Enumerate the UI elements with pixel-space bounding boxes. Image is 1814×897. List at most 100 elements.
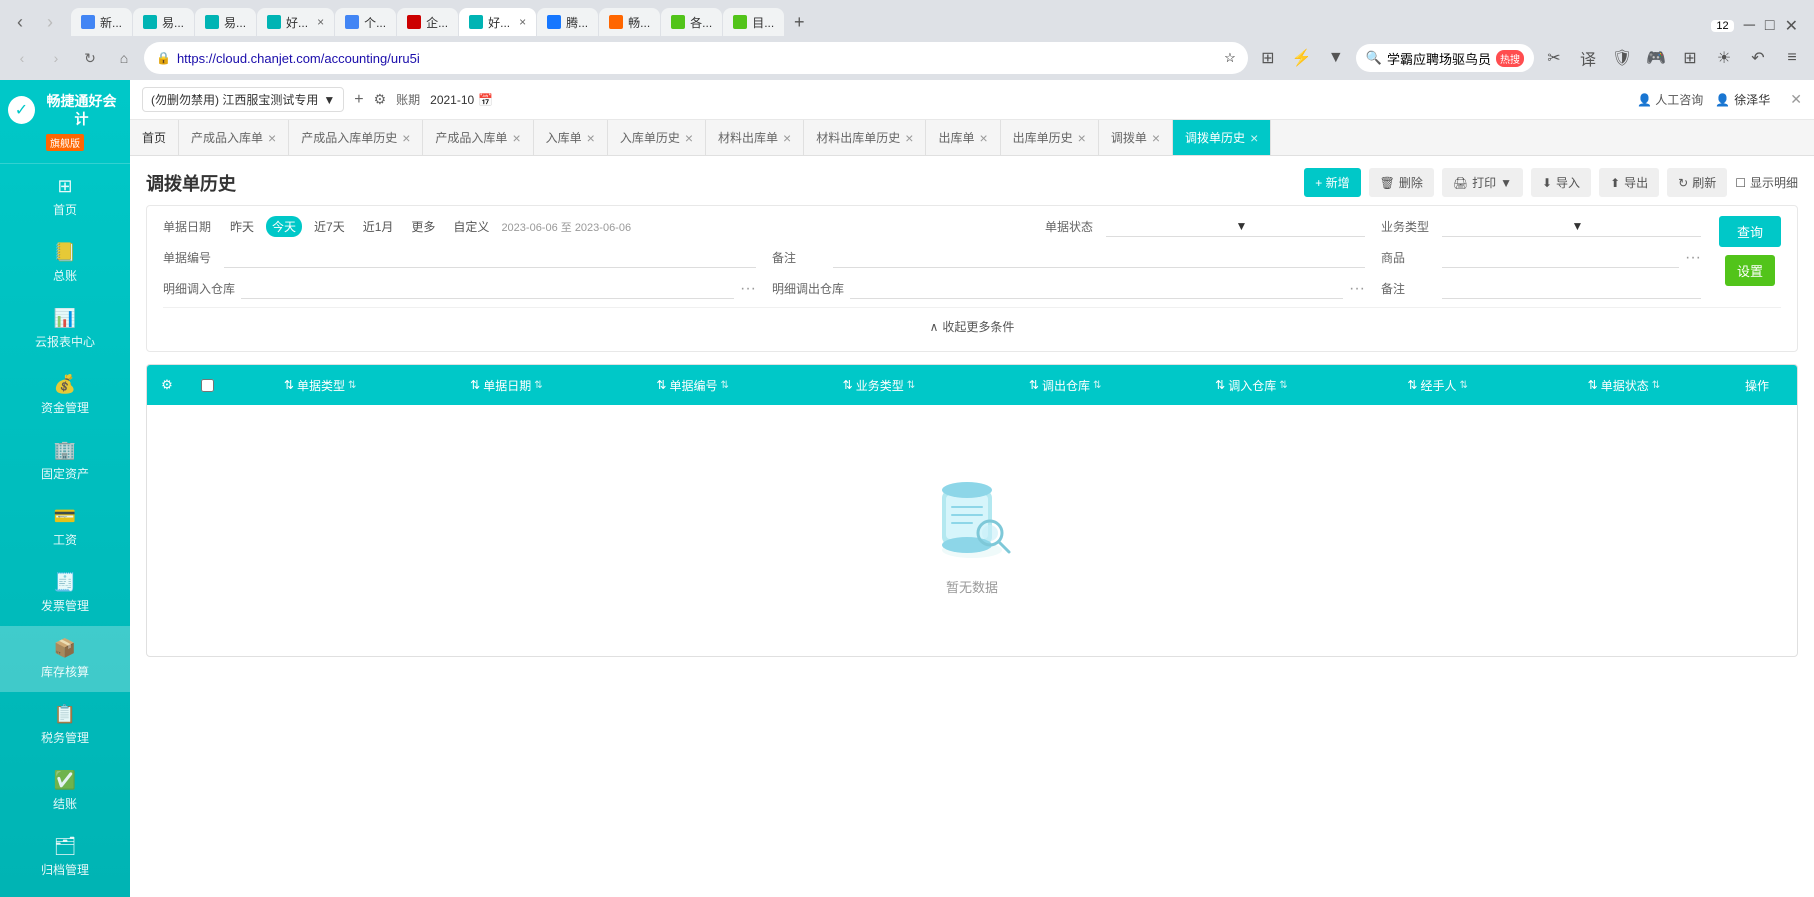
reload-btn[interactable]: ↻ <box>76 44 104 72</box>
address-bar[interactable]: 🔒 https://cloud.chanjet.com/accounting/u… <box>144 42 1248 74</box>
tab-1-close[interactable]: × <box>268 130 276 146</box>
query-btn[interactable]: 查询 <box>1719 216 1781 247</box>
nav-back[interactable]: ‹ <box>6 8 34 36</box>
date-btn-custom[interactable]: 自定义 <box>447 216 495 237</box>
tab-close-3[interactable]: × <box>317 15 324 29</box>
lightning-btn[interactable]: ⚡ <box>1288 44 1316 72</box>
game-btn[interactable]: 🎮 <box>1642 44 1670 72</box>
page-tab-home[interactable]: 首页 <box>130 120 179 156</box>
sidebar-item-payroll[interactable]: 💳 工资 <box>0 494 130 560</box>
browser-tab-5[interactable]: 企... <box>397 8 458 36</box>
scissors-btn[interactable]: ✂ <box>1540 44 1568 72</box>
date-btn-today[interactable]: 今天 <box>266 216 302 237</box>
page-tab-2[interactable]: 产成品入库单历史 × <box>289 120 423 156</box>
tab-9-close[interactable]: × <box>1078 130 1086 146</box>
browser-tab-10[interactable]: 目... <box>723 8 784 36</box>
nav-forward[interactable]: › <box>36 8 64 36</box>
user-info[interactable]: 👤 徐泽华 <box>1715 91 1770 108</box>
remark-input[interactable] <box>833 247 1365 268</box>
from-warehouse-input[interactable] <box>241 278 734 299</box>
page-tab-11[interactable]: 调拨单历史 × <box>1173 120 1271 156</box>
browser-tab-2[interactable]: 易... <box>195 8 256 36</box>
tab-6-close[interactable]: × <box>783 130 791 146</box>
add-company-btn[interactable]: + <box>354 91 363 109</box>
status-select[interactable]: ▼ <box>1106 216 1365 237</box>
sidebar-item-reports[interactable]: 📊 云报表中心 <box>0 296 130 362</box>
th-in-warehouse[interactable]: ⇅ 调入仓库 ⇅ <box>1158 377 1344 394</box>
translate-btn[interactable]: 译 <box>1574 44 1602 72</box>
shield-btn[interactable]: 🛡 <box>1608 44 1636 72</box>
biz-type-select[interactable]: ▼ <box>1442 216 1701 237</box>
page-tab-10[interactable]: 调拨单 × <box>1099 120 1173 156</box>
goods-more-icon[interactable]: ··· <box>1685 249 1701 267</box>
tab-4-close[interactable]: × <box>587 130 595 146</box>
sidebar-item-tax[interactable]: 📋 税务管理 <box>0 692 130 758</box>
back-btn[interactable]: ‹ <box>8 44 36 72</box>
minimize-btn[interactable]: ─ <box>1744 17 1755 35</box>
page-tab-1[interactable]: 产成品入库单 × <box>179 120 289 156</box>
date-btn-7days[interactable]: 近7天 <box>308 216 351 237</box>
tab-7-close[interactable]: × <box>905 130 913 146</box>
grid-btn[interactable]: ⊞ <box>1676 44 1704 72</box>
th-doc-no[interactable]: ⇅ 单据编号 ⇅ <box>600 377 786 394</box>
company-settings-icon[interactable]: ⚙ <box>374 91 387 108</box>
sidebar-item-funds[interactable]: 💰 资金管理 <box>0 362 130 428</box>
tab-2-close[interactable]: × <box>402 130 410 146</box>
menu-btn[interactable]: ≡ <box>1778 44 1806 72</box>
tab-8-close[interactable]: × <box>979 130 987 146</box>
to-warehouse-more[interactable]: ··· <box>1349 280 1365 298</box>
tab-3-close[interactable]: × <box>512 130 520 146</box>
print-btn[interactable]: 🖨 打印 ▼ <box>1442 168 1523 197</box>
page-tab-6[interactable]: 材料出库单 × <box>706 120 804 156</box>
to-warehouse-input[interactable] <box>850 278 1343 299</box>
brightness-btn[interactable]: ☀ <box>1710 44 1738 72</box>
collapse-btn[interactable]: ∧ 收起更多条件 <box>163 312 1781 341</box>
browser-tab-8[interactable]: 畅... <box>599 8 660 36</box>
page-tab-8[interactable]: 出库单 × <box>926 120 1000 156</box>
date-btn-1month[interactable]: 近1月 <box>357 216 400 237</box>
th-handler[interactable]: ⇅ 经手人 ⇅ <box>1345 377 1531 394</box>
refresh-btn[interactable]: ↻ 刷新 <box>1667 168 1727 197</box>
page-tab-3[interactable]: 产成品入库单 × <box>423 120 533 156</box>
show-cols-checkbox[interactable]: ☐ <box>1735 176 1746 190</box>
th-settings[interactable]: ⚙ <box>147 377 187 393</box>
setting-btn[interactable]: 设置 <box>1725 255 1775 286</box>
doc-no-input[interactable] <box>224 247 756 268</box>
browser-tab-0[interactable]: 新... <box>71 8 132 36</box>
remarks2-input[interactable] <box>1442 278 1701 299</box>
search-bar[interactable]: 🔍 学霸应聘场驱鸟员 热搜 <box>1356 44 1534 72</box>
select-all-checkbox[interactable] <box>201 379 214 392</box>
browser-tab-4[interactable]: 个... <box>335 8 396 36</box>
new-tab-btn[interactable]: + <box>785 8 813 36</box>
browser-tab-9[interactable]: 各... <box>661 8 722 36</box>
home-btn[interactable]: ⌂ <box>110 44 138 72</box>
forward-btn[interactable]: › <box>42 44 70 72</box>
history-btn[interactable]: ↶ <box>1744 44 1772 72</box>
date-btn-more[interactable]: 更多 <box>405 216 441 237</box>
maximize-btn[interactable]: □ <box>1765 17 1775 35</box>
tab-5-close[interactable]: × <box>685 130 693 146</box>
page-tab-5[interactable]: 入库单历史 × <box>608 120 706 156</box>
tab-11-close[interactable]: × <box>1250 130 1258 146</box>
sidebar-item-settings[interactable]: ⚙ 基础设置 <box>0 890 130 897</box>
sidebar-item-ledger[interactable]: 📒 总账 <box>0 230 130 296</box>
browser-tab-6[interactable]: 好... × <box>459 8 536 36</box>
browser-tab-7[interactable]: 腾... <box>537 8 598 36</box>
dropdown-btn[interactable]: ▼ <box>1322 44 1350 72</box>
browser-tab-1[interactable]: 易... <box>133 8 194 36</box>
export-btn[interactable]: ⬆ 导出 <box>1599 168 1659 197</box>
sidebar-item-invoice[interactable]: 🧾 发票管理 <box>0 560 130 626</box>
new-btn[interactable]: + 新增 <box>1304 168 1360 197</box>
show-cols-btn[interactable]: ☐ 显示明细 <box>1735 174 1798 191</box>
goods-input[interactable] <box>1442 247 1679 268</box>
sidebar-item-inventory[interactable]: 📦 库存核算 <box>0 626 130 692</box>
date-btn-yesterday[interactable]: 昨天 <box>224 216 260 237</box>
page-tab-4[interactable]: 入库单 × <box>534 120 608 156</box>
sidebar-item-home[interactable]: ⊞ 首页 <box>0 164 130 230</box>
delete-btn[interactable]: 🗑 删除 <box>1369 168 1434 197</box>
th-doc-status[interactable]: ⇅ 单据状态 ⇅ <box>1531 377 1717 394</box>
th-doc-date[interactable]: ⇅ 单据日期 ⇅ <box>413 377 599 394</box>
close-page-btn[interactable]: ✕ <box>1790 91 1802 108</box>
th-biz-type[interactable]: ⇅ 业务类型 ⇅ <box>786 377 972 394</box>
sidebar-item-archive[interactable]: 🗂 归档管理 <box>0 824 130 890</box>
